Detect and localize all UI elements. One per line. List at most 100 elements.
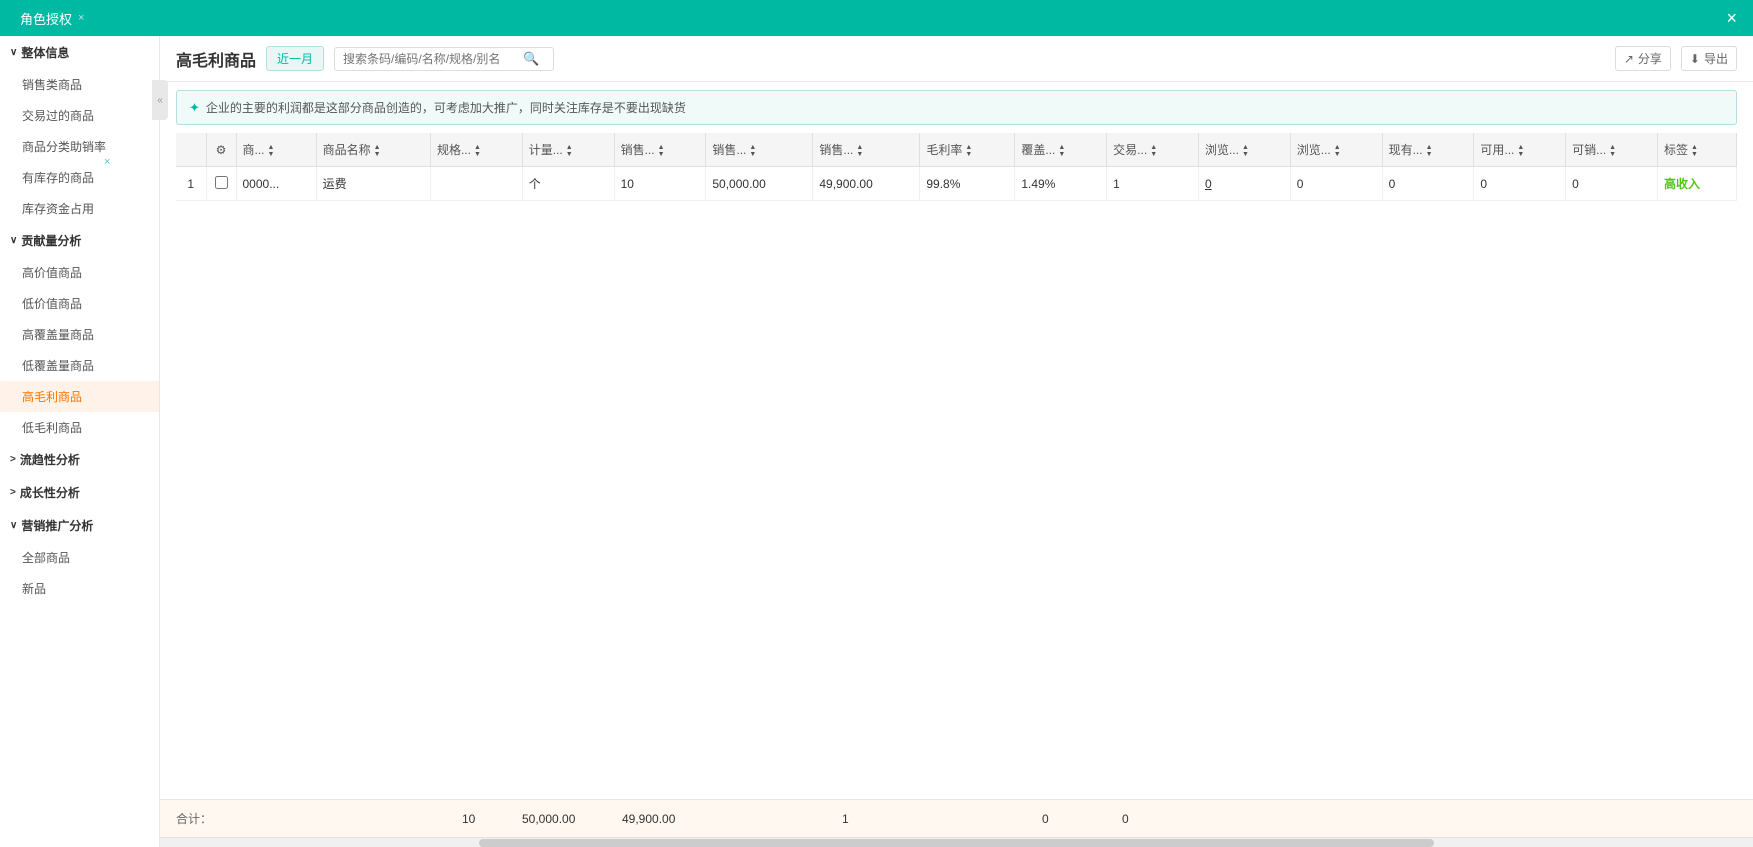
nav-item-4[interactable]: 角色授权×	[8, 0, 122, 36]
cell-available-0: 0	[1474, 167, 1566, 201]
col-header-spec[interactable]: 规格...▲▼	[430, 133, 522, 167]
col-sort-sale_amt[interactable]: ▲▼	[749, 144, 756, 158]
col-header-trade[interactable]: 交易...▲▼	[1107, 133, 1199, 167]
total-label: 合计：	[176, 810, 236, 827]
col-label-sellable: 可销...	[1572, 143, 1606, 157]
cell-view1-0[interactable]: 0	[1198, 167, 1290, 201]
col-label-sale_amt: 销售...	[712, 143, 746, 157]
col-label-available: 可用...	[1480, 143, 1514, 157]
sidebar-group-2[interactable]: > 流趋性分析	[0, 443, 159, 476]
sidebar-item-1-5[interactable]: 低毛利商品	[0, 412, 159, 443]
sidebar-item-1-2[interactable]: 高覆盖量商品	[0, 319, 159, 350]
total-sale-cost: 49,900.00	[616, 812, 716, 826]
sidebar-item-1-1[interactable]: 低价值商品	[0, 288, 159, 319]
col-sort-available[interactable]: ▲▼	[1517, 144, 1524, 158]
sidebar-item-1-3[interactable]: 低覆盖量商品	[0, 350, 159, 381]
col-sort-trade[interactable]: ▲▼	[1150, 144, 1157, 158]
col-sort-coverage[interactable]: ▲▼	[1058, 144, 1065, 158]
tag-label: 高收入	[1664, 177, 1700, 191]
sidebar-item-0-2[interactable]: 商品分类助销率	[0, 131, 159, 162]
col-sort-sale_qty[interactable]: ▲▼	[658, 144, 665, 158]
nav-close-8[interactable]: ×	[104, 156, 110, 168]
col-label-tag: 标签	[1664, 143, 1688, 157]
sidebar-item-1-0[interactable]: 高价值商品	[0, 257, 159, 288]
sidebar: ∨整体信息销售类商品交易过的商品商品分类助销率有库存的商品库存资金占用∨贡献量分…	[0, 36, 160, 847]
col-label-view1: 浏览...	[1205, 143, 1239, 157]
col-header-view1[interactable]: 浏览...▲▼	[1198, 133, 1290, 167]
total-available: 0	[1116, 812, 1196, 826]
cell-check-0	[206, 167, 236, 201]
total-sale-qty: 10	[456, 812, 516, 826]
sidebar-item-0-4[interactable]: 库存资金占用	[0, 193, 159, 224]
sidebar-group-0[interactable]: ∨整体信息	[0, 36, 159, 69]
sidebar-item-0-3[interactable]: 有库存的商品	[0, 162, 159, 193]
col-label-sale_cost: 销售...	[819, 143, 853, 157]
col-sort-unit[interactable]: ▲▼	[566, 144, 573, 158]
sidebar-group-1[interactable]: ∨贡献量分析	[0, 224, 159, 257]
export-button[interactable]: ⬇ 导出	[1681, 46, 1737, 71]
cell-sale_qty-0: 10	[614, 167, 706, 201]
sidebar-group-3[interactable]: >成长性分析	[0, 476, 159, 509]
col-sort-view2[interactable]: ▲▼	[1334, 144, 1341, 158]
col-sort-code[interactable]: ▲▼	[268, 144, 275, 158]
col-header-name[interactable]: 商品名称▲▼	[316, 133, 430, 167]
col-header-tag[interactable]: 标签▲▼	[1657, 133, 1736, 167]
col-label-name: 商品名称	[323, 143, 371, 157]
col-sort-name[interactable]: ▲▼	[374, 144, 381, 158]
col-header-check[interactable]: ⚙	[206, 133, 236, 167]
nav-close-6[interactable]: ×	[104, 84, 110, 96]
share-button[interactable]: ↗ 分享	[1615, 46, 1671, 71]
view1-link[interactable]: 0	[1205, 177, 1212, 191]
cell-trade-0: 1	[1107, 167, 1199, 201]
settings-icon[interactable]: ⚙	[216, 143, 227, 157]
col-sort-sale_cost[interactable]: ▲▼	[856, 144, 863, 158]
col-sort-sellable[interactable]: ▲▼	[1609, 144, 1616, 158]
info-bar: ✦ 企业的主要的利润都是这部分商品创造的，可考虑加大推广，同时关注库存是不要出现…	[176, 90, 1737, 125]
nav-close-4[interactable]: ×	[78, 12, 84, 24]
cell-view2-0: 0	[1290, 167, 1382, 201]
table-container: ⚙商...▲▼商品名称▲▼规格...▲▼计量...▲▼销售...▲▼销售...▲…	[160, 133, 1753, 799]
col-header-sellable[interactable]: 可销...▲▼	[1566, 133, 1658, 167]
sidebar-item-1-4[interactable]: 高毛利商品	[0, 381, 159, 412]
cell-name-0[interactable]: 运费	[316, 167, 430, 201]
nav-close-7[interactable]: ×	[78, 120, 84, 132]
row-checkbox-0[interactable]	[215, 176, 228, 189]
col-header-sale_cost[interactable]: 销售...▲▼	[813, 133, 920, 167]
col-sort-spec[interactable]: ▲▼	[474, 144, 481, 158]
col-header-coverage[interactable]: 覆盖...▲▼	[1015, 133, 1107, 167]
col-header-current[interactable]: 现有...▲▼	[1382, 133, 1474, 167]
sidebar-item-0-0[interactable]: 销售类商品	[0, 69, 159, 100]
col-sort-gross_rate[interactable]: ▲▼	[965, 144, 972, 158]
col-header-available[interactable]: 可用...▲▼	[1474, 133, 1566, 167]
col-sort-tag[interactable]: ▲▼	[1691, 144, 1698, 158]
table-row: 10000...运费个1050,000.0049,900.0099.8%1.49…	[176, 167, 1737, 201]
col-sort-view1[interactable]: ▲▼	[1242, 144, 1249, 158]
col-label-spec: 规格...	[437, 143, 471, 157]
col-header-sale_amt[interactable]: 销售...▲▼	[706, 133, 813, 167]
col-label-sale_qty: 销售...	[621, 143, 655, 157]
search-input[interactable]	[343, 52, 523, 66]
group-label-0: 整体信息	[21, 44, 69, 61]
group-label-2: 流趋性分析	[20, 451, 80, 468]
sidebar-collapse-button[interactable]: «	[152, 80, 168, 120]
nav-close-5[interactable]: ×	[104, 48, 110, 60]
col-header-code[interactable]: 商...▲▼	[236, 133, 316, 167]
sidebar-item-4-1[interactable]: 新品	[0, 573, 159, 604]
col-header-sale_qty[interactable]: 销售...▲▼	[614, 133, 706, 167]
col-header-num[interactable]	[176, 133, 206, 167]
col-header-unit[interactable]: 计量...▲▼	[522, 133, 614, 167]
group-arrow-2: >	[10, 454, 16, 465]
content-header: 高毛利商品 近一月 🔍 ↗ 分享 ⬇ 导出	[160, 36, 1753, 82]
col-label-coverage: 覆盖...	[1021, 143, 1055, 157]
sidebar-item-4-0[interactable]: 全部商品	[0, 542, 159, 573]
filter-button[interactable]: 近一月	[266, 46, 324, 71]
col-header-gross_rate[interactable]: 毛利率▲▼	[920, 133, 1015, 167]
close-all-button[interactable]: ×	[1718, 8, 1745, 29]
sidebar-group-4[interactable]: ∨营销推广分析	[0, 509, 159, 542]
col-header-view2[interactable]: 浏览...▲▼	[1290, 133, 1382, 167]
search-box: 🔍	[334, 47, 554, 71]
search-icon[interactable]: 🔍	[523, 51, 539, 67]
horizontal-scrollbar[interactable]	[160, 837, 1753, 847]
col-sort-current[interactable]: ▲▼	[1426, 144, 1433, 158]
share-icon: ↗	[1624, 52, 1634, 66]
